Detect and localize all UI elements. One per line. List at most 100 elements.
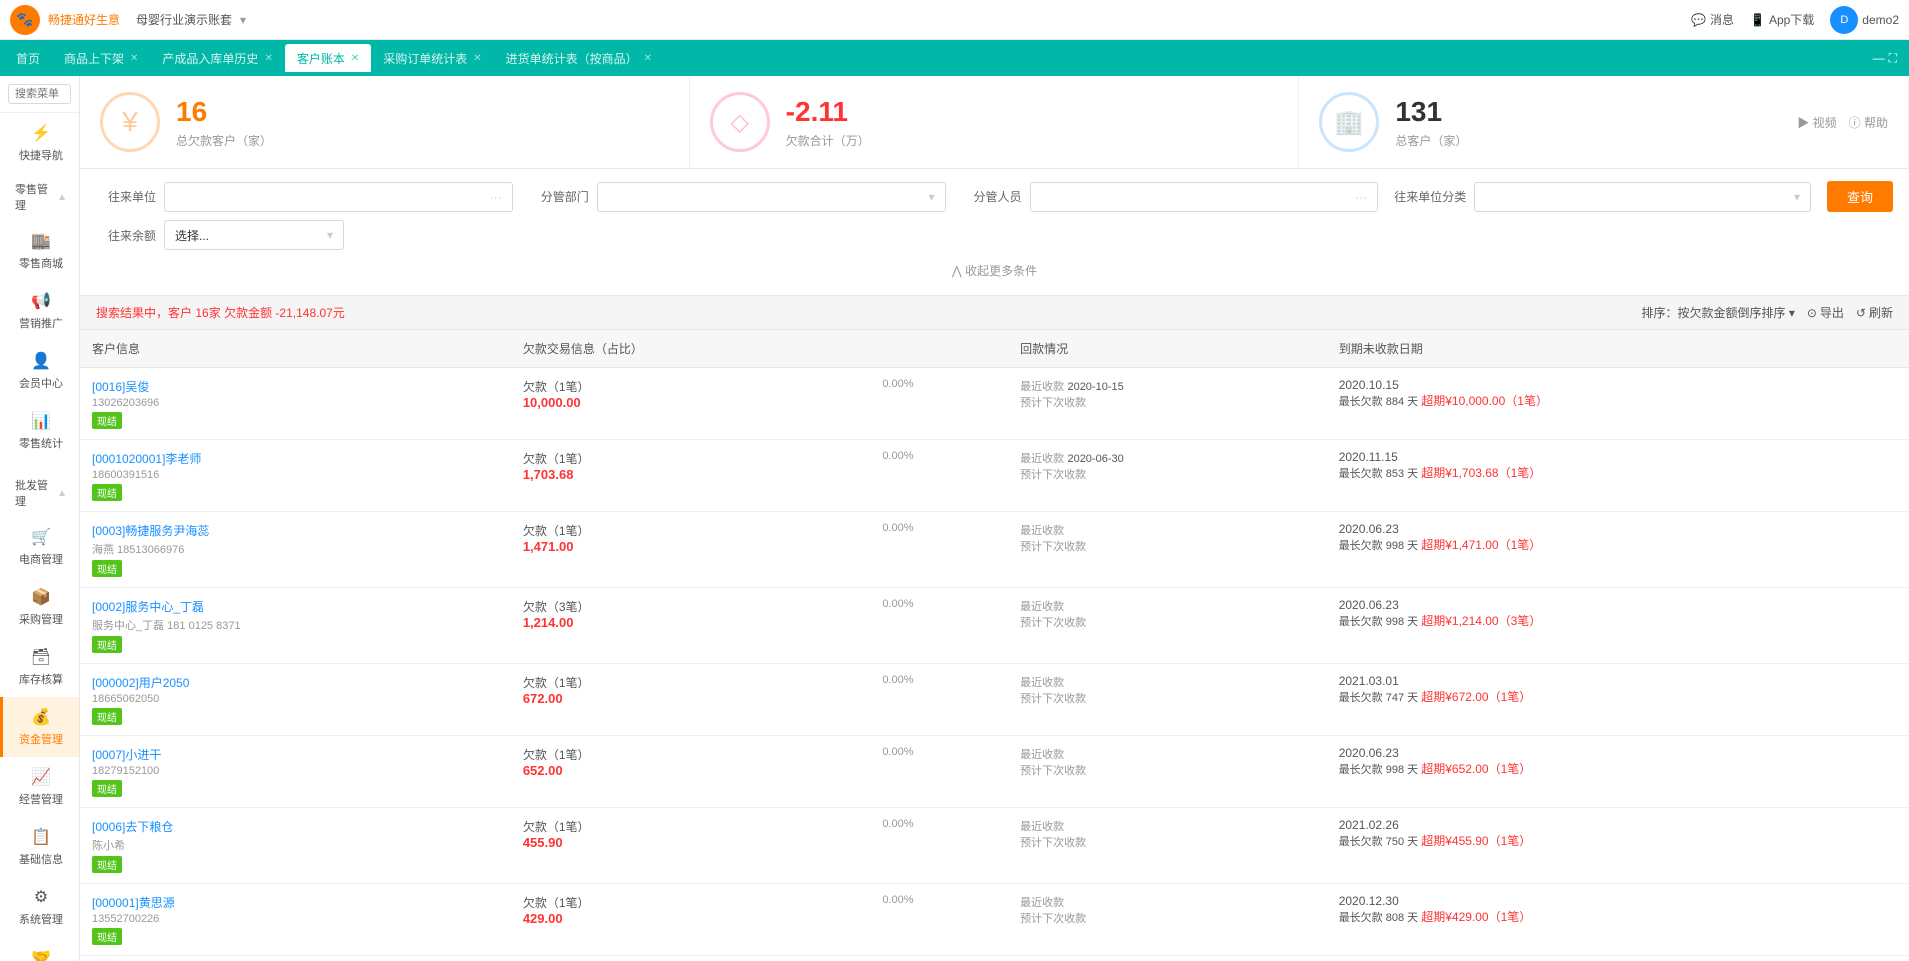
stats-bar: ¥ 16 总欠款客户（家） ◇ -2.11 欠款合计（万） 🏢	[80, 76, 1909, 169]
sort-dropdown-icon[interactable]: ▾	[1789, 306, 1795, 320]
sidebar-item-marketing[interactable]: 📢 营销推广	[0, 281, 79, 341]
filter-from-unit-input[interactable]: ···	[164, 182, 513, 212]
sidebar-item-base-info[interactable]: 📋 基础信息	[0, 817, 79, 877]
stat-icon-debt-amount: ◇	[710, 92, 770, 152]
sidebar-item-finance[interactable]: 💰 资金管理	[0, 697, 79, 757]
tab-home[interactable]: 首页	[4, 44, 52, 72]
debt-amount-1[interactable]: 1,703.68	[523, 467, 858, 482]
company-dropdown-icon[interactable]: ▾	[240, 13, 246, 27]
customer-name-2[interactable]: [0003]畅捷服务尹海蕊	[92, 522, 499, 539]
stat-total-customers: 🏢 131 总客户（家） ▶ 视频 ⓘ 帮助	[1299, 76, 1909, 168]
debt-percent-6: 0.00%	[882, 818, 996, 830]
debt-amount-2[interactable]: 1,471.00	[523, 539, 858, 554]
filter-department-input[interactable]: ▾	[597, 182, 946, 212]
cell-customer-info-2: [0003]畅捷服务尹海蕊 海燕 18513066976 现结	[80, 512, 511, 588]
due-date-value-3: 2020.06.23	[1339, 598, 1897, 612]
tab-customer-account[interactable]: 客户账本 ✕	[285, 44, 371, 72]
tab-production-history[interactable]: 产成品入库单历史 ✕	[150, 44, 284, 72]
recent-collect-label-2: 最近收款	[1020, 525, 1064, 537]
recent-collect-label-7: 最近收款	[1020, 897, 1064, 909]
menu-search-input[interactable]	[8, 84, 71, 104]
user-menu[interactable]: D demo2	[1830, 6, 1899, 34]
debt-amount-6[interactable]: 455.90	[523, 835, 858, 850]
refresh-icon: ↺	[1856, 306, 1866, 320]
video-icon: ▶	[1797, 116, 1809, 130]
tab-close-production[interactable]: ✕	[264, 53, 272, 64]
sidebar-item-ecommerce[interactable]: 🛒 电商管理	[0, 517, 79, 577]
sidebar-item-enterprise-collab[interactable]: 🤝 企业协同	[0, 937, 79, 961]
overdue-link-5[interactable]: 超期¥652.00（1笔）	[1421, 762, 1531, 776]
filter-person-input[interactable]: ···	[1030, 182, 1379, 212]
tab-products-off[interactable]: 商品上下架 ✕	[52, 44, 150, 72]
customer-name-5[interactable]: [0007]小进干	[92, 746, 499, 763]
customer-name-0[interactable]: [0016]吴俊	[92, 378, 499, 395]
sidebar-item-retail-mgmt[interactable]: 零售管理 ▲	[0, 173, 79, 221]
debt-amount-0[interactable]: 10,000.00	[523, 395, 858, 410]
export-btn[interactable]: ⊙ 导出	[1807, 304, 1844, 321]
due-date-value-7: 2020.12.30	[1339, 894, 1897, 908]
dept-dropdown-icon: ▾	[928, 190, 934, 204]
next-collect-0: 预计下次收款	[1020, 394, 1315, 410]
tab-expand-icon[interactable]: ⛶	[1889, 51, 1897, 66]
sidebar-item-batch-mgmt[interactable]: 批发管理 ▲	[0, 469, 79, 517]
tab-purchase-order[interactable]: 采购订单统计表 ✕	[371, 44, 493, 72]
filter-balance-input[interactable]: 选择... ▾	[164, 220, 344, 250]
stat-debt-amount: ◇ -2.11 欠款合计（万）	[690, 76, 1300, 168]
customer-name-3[interactable]: [0002]服务中心_丁磊	[92, 598, 499, 615]
sidebar-item-quick-nav[interactable]: ⚡ 快捷导航	[0, 113, 79, 173]
customer-tag-5: 现结	[92, 780, 122, 797]
cell-due-date-2: 2020.06.23 最长欠款 998 天 超期¥1,471.00（1笔）	[1327, 512, 1909, 588]
customer-name-1[interactable]: [0001020001]李老师	[92, 450, 499, 467]
tab-close-incoming[interactable]: ✕	[644, 53, 652, 64]
tab-close-purchase[interactable]: ✕	[473, 53, 481, 64]
customer-name-6[interactable]: [0006]去下粮仓	[92, 818, 499, 835]
overdue-link-7[interactable]: 超期¥429.00（1笔）	[1421, 910, 1531, 924]
filter-area: 往来单位 ··· 分管部门 ▾ 分管人员	[80, 169, 1909, 296]
tab-close-products[interactable]: ✕	[130, 53, 138, 64]
debt-count-5: 欠款（1笔）	[523, 746, 858, 763]
overdue-link-0[interactable]: 超期¥10,000.00（1笔）	[1421, 394, 1548, 408]
debt-amount-7[interactable]: 429.00	[523, 911, 858, 926]
stat-icon-debt-customers: ¥	[100, 92, 160, 152]
sidebar-item-retail-mall[interactable]: 🏬 零售商城	[0, 221, 79, 281]
sidebar-item-member-center[interactable]: 👤 会员中心	[0, 341, 79, 401]
video-btn[interactable]: ▶ 视频	[1797, 114, 1836, 131]
sidebar-item-system-mgmt[interactable]: ⚙ 系统管理	[0, 877, 79, 937]
next-collect-5: 预计下次收款	[1020, 762, 1315, 778]
help-btn[interactable]: ⓘ 帮助	[1849, 114, 1888, 131]
debt-amount-5[interactable]: 652.00	[523, 763, 858, 778]
tab-incoming-stats[interactable]: 进货单统计表（按商品） ✕	[494, 44, 664, 72]
app-download-btn[interactable]: 📱 App下载	[1750, 11, 1814, 28]
cell-customer-info-6: [0006]去下粮仓 陈小希 现结	[80, 808, 511, 884]
debt-amount-3[interactable]: 1,214.00	[523, 615, 858, 630]
overdue-link-3[interactable]: 超期¥1,214.00（3笔）	[1421, 614, 1541, 628]
overdue-link-1[interactable]: 超期¥1,703.68（1笔）	[1421, 466, 1541, 480]
cell-collect-5: 最近收款 预计下次收款	[1008, 736, 1327, 808]
query-button[interactable]: 查询	[1827, 181, 1893, 212]
refresh-btn[interactable]: ↺ 刷新	[1856, 304, 1893, 321]
tab-minimize-icon[interactable]: —	[1873, 51, 1885, 65]
customer-name-4[interactable]: [000002]用户2050	[92, 674, 499, 691]
filter-collapse-btn[interactable]: ⋀ 收起更多条件	[96, 258, 1893, 283]
filter-from-unit: 往来单位 ···	[96, 182, 513, 212]
filter-unit-category-input[interactable]: ▾	[1474, 182, 1811, 212]
overdue-link-2[interactable]: 超期¥1,471.00（1笔）	[1421, 538, 1541, 552]
tab-close-customer[interactable]: ✕	[351, 53, 359, 64]
debt-count-0: 欠款（1笔）	[523, 378, 858, 395]
sidebar-item-operations[interactable]: 📈 经营管理	[0, 757, 79, 817]
debt-amount-4[interactable]: 672.00	[523, 691, 858, 706]
debt-percent-1: 0.00%	[882, 450, 996, 462]
stat-top-actions: ▶ 视频 ⓘ 帮助	[1797, 114, 1888, 131]
customer-phone-0: 13026203696	[92, 397, 499, 409]
sidebar-item-retail-stats[interactable]: 📊 零售统计	[0, 401, 79, 461]
sidebar-item-purchase-mgmt[interactable]: 📦 采购管理	[0, 577, 79, 637]
customer-name-7[interactable]: [000001]黄思源	[92, 894, 499, 911]
overdue-link-4[interactable]: 超期¥672.00（1笔）	[1421, 690, 1531, 704]
sidebar-item-inventory[interactable]: 🗃 库存核算	[0, 637, 79, 697]
due-date-value-2: 2020.06.23	[1339, 522, 1897, 536]
overdue-link-6[interactable]: 超期¥455.90（1笔）	[1421, 834, 1531, 848]
customer-phone-2: 海燕 18513066976	[92, 541, 499, 557]
messages-btn[interactable]: 💬 消息	[1691, 11, 1734, 28]
customer-phone-1: 18600391516	[92, 469, 499, 481]
unit-cat-dropdown-icon: ▾	[1794, 190, 1800, 204]
